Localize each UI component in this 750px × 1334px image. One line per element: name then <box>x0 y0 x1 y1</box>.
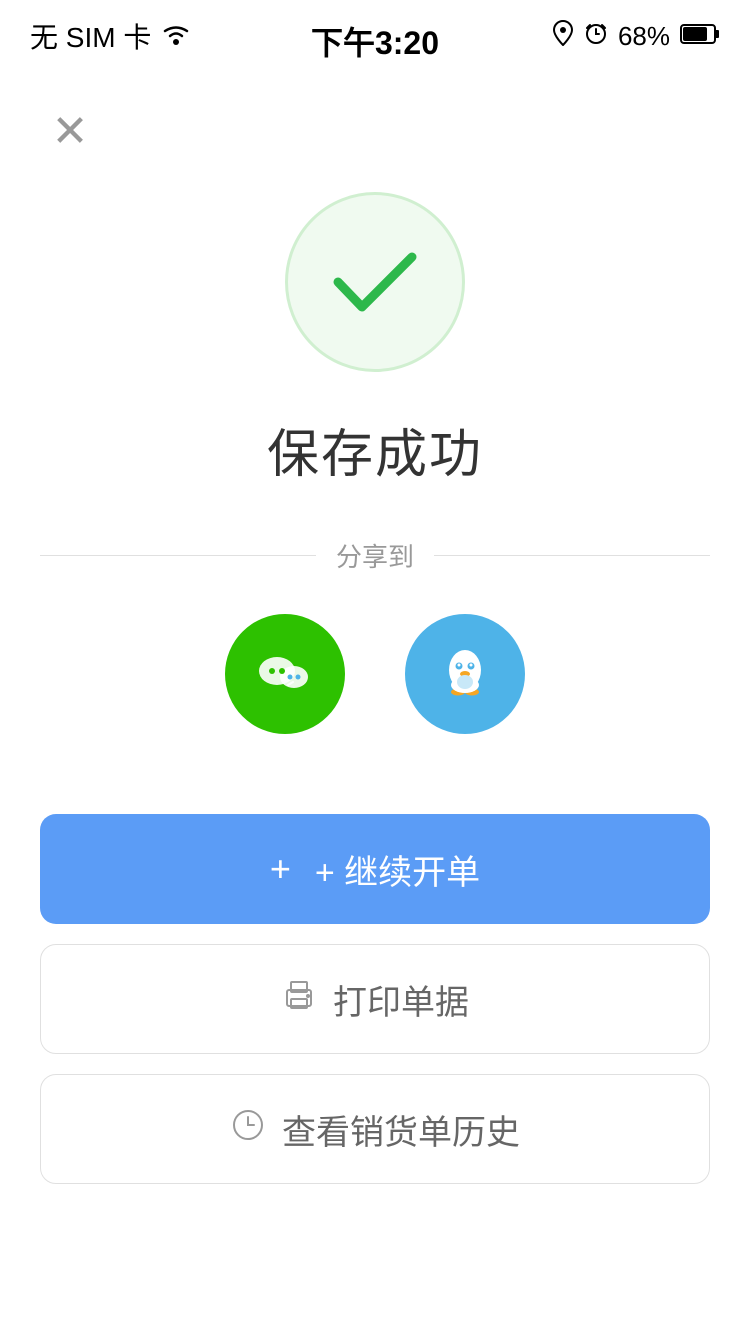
alarm-icon <box>584 21 608 52</box>
status-right: 68% <box>552 20 720 53</box>
battery-icon <box>680 21 720 52</box>
qq-icon <box>431 640 499 708</box>
status-time: 下午3:20 <box>311 18 439 64</box>
wifi-icon <box>161 20 191 52</box>
wechat-share-button[interactable] <box>225 614 345 734</box>
battery-text: 68% <box>618 21 670 52</box>
print-button[interactable]: 打印单据 <box>40 944 710 1054</box>
wechat-icon <box>250 639 320 709</box>
location-icon <box>552 20 574 53</box>
printer-icon <box>281 977 317 1022</box>
print-label: 打印单据 <box>333 975 469 1024</box>
action-buttons: + + 继续开单 打印单据 查看销货单历 <box>40 814 710 1184</box>
share-icons-container <box>225 614 525 734</box>
main-content: 保存成功 分享到 <box>0 162 750 1334</box>
close-icon: ✕ <box>52 110 89 154</box>
continue-plus-icon: + <box>270 848 291 890</box>
success-title: 保存成功 <box>267 412 483 487</box>
carrier-text: 无 SIM 卡 <box>30 16 151 56</box>
share-divider: 分享到 <box>40 537 710 574</box>
divider-line-left <box>40 555 316 556</box>
history-label: 查看销货单历史 <box>282 1105 520 1154</box>
history-button[interactable]: 查看销货单历史 <box>40 1074 710 1184</box>
status-bar: 无 SIM 卡 下午3:20 <box>0 0 750 72</box>
divider-text: 分享到 <box>336 537 414 574</box>
qq-share-button[interactable] <box>405 614 525 734</box>
continue-button[interactable]: + + 继续开单 <box>40 814 710 924</box>
clock-icon <box>230 1107 266 1152</box>
close-button[interactable]: ✕ <box>40 102 100 162</box>
success-circle <box>285 192 465 372</box>
continue-label: + 继续开单 <box>315 845 480 894</box>
status-left: 无 SIM 卡 <box>30 16 191 56</box>
check-icon <box>330 247 420 317</box>
divider-line-right <box>434 555 710 556</box>
